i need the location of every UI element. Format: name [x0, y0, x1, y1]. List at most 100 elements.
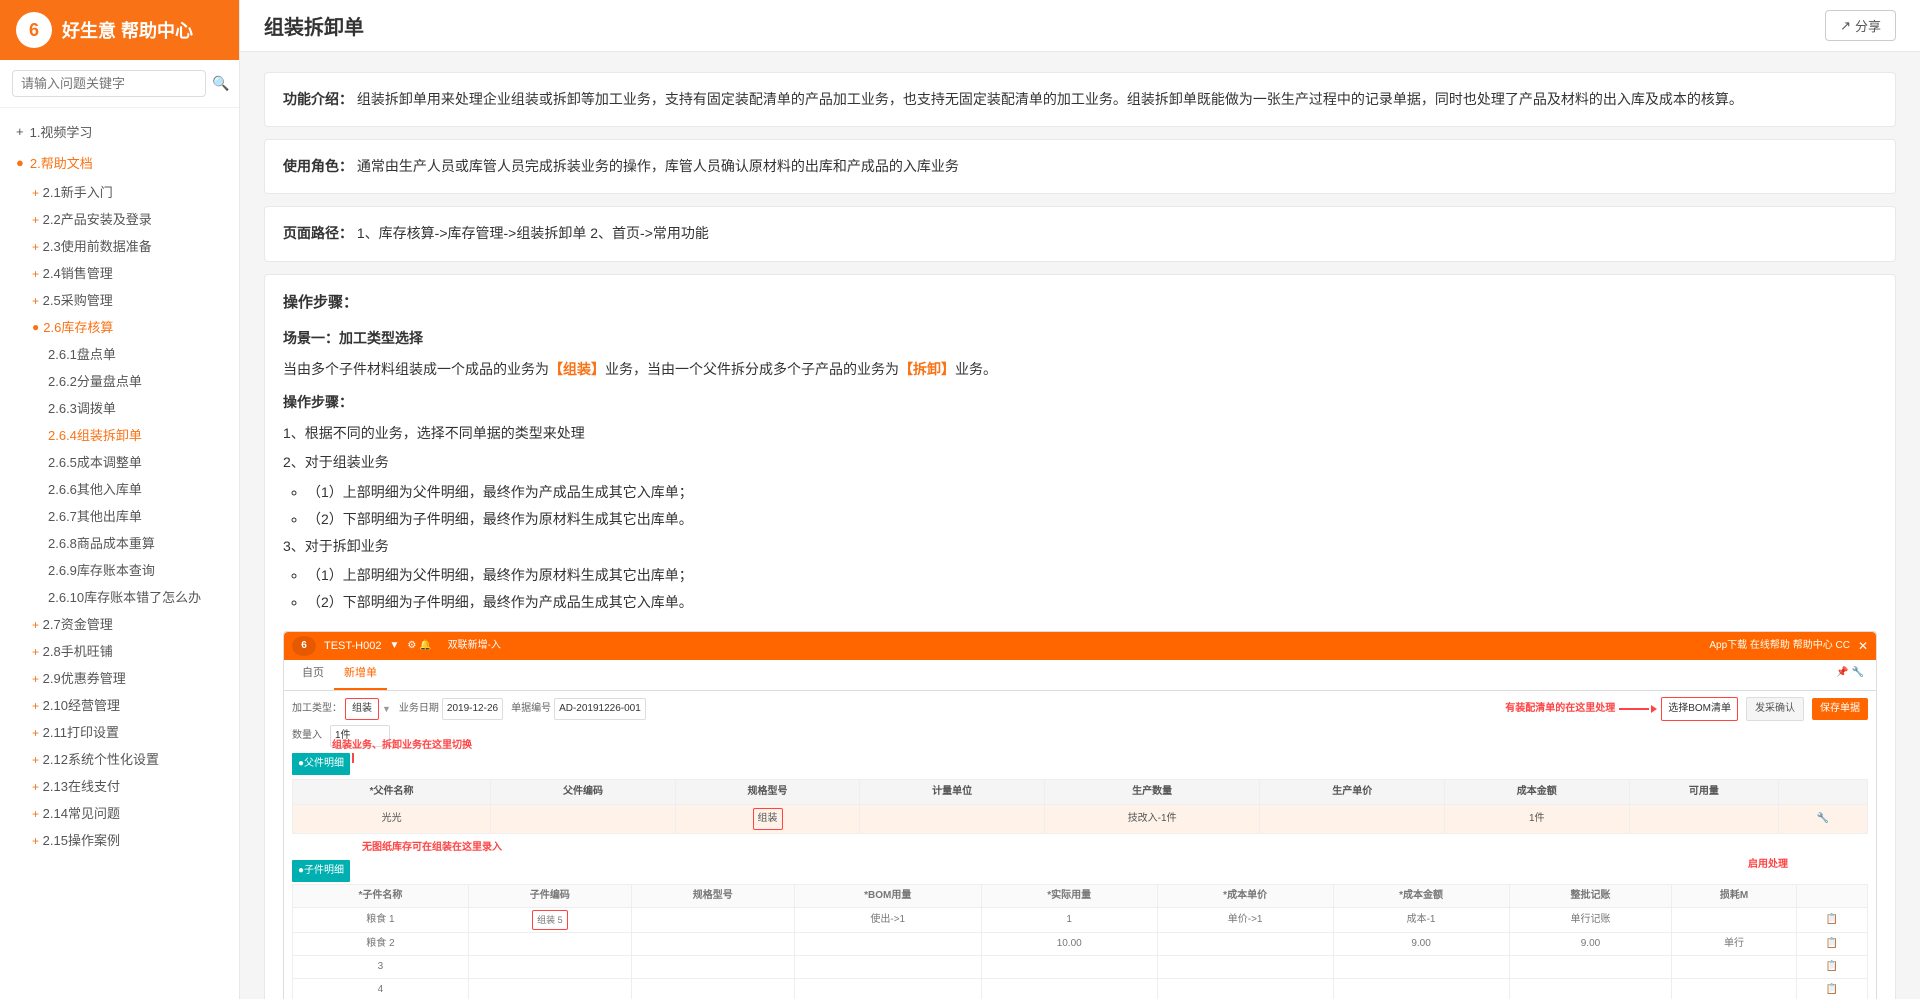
sidebar-item-transfer[interactable]: 2.6.3调拨单 [48, 394, 239, 421]
role-text: 通常由生产人员或库管人员完成拆装业务的操作，库管人员确认原材料的出库和产成品的入… [357, 158, 959, 174]
sidebar-item-label: 2.6.6其他入库单 [48, 482, 142, 497]
mock-nav-tabs: 自页 新增单 📌 🔧 [284, 660, 1876, 691]
sidebar-item-label: 2.9优惠券管理 [43, 671, 126, 686]
sidebar-item-label: 1.视频学习 [30, 122, 93, 141]
mock-topbar: 6 TEST-H002 ▼ ⚙ 🔔 双联新增-入 App下载 在线帮助 帮助中心… [284, 632, 1876, 660]
sidebar-item-cases[interactable]: + 2.15操作案例 [0, 826, 239, 853]
mock-topbar-icons: ⚙ 🔔 [407, 637, 431, 655]
sidebar-item-dataprep[interactable]: + 2.3使用前数据准备 [0, 232, 239, 259]
sidebar-item-inventory[interactable]: ● 2.6库存核算 [0, 313, 239, 340]
step3-sub: （1）上部明细为父件明细，最终作为原材料生成其它出库单； （2）下部明细为子件明… [283, 563, 1877, 615]
mock-tab-right: 📌 🔧 [1832, 660, 1868, 690]
logo-circle: 6 [16, 12, 52, 48]
search-input[interactable] [12, 70, 206, 97]
sidebar-item-mobile[interactable]: + 2.8手机旺铺 [0, 637, 239, 664]
sidebar-item-video[interactable]: + 1.视频学习 [0, 116, 239, 147]
sidebar-item-stocktake[interactable]: 2.6.1盘点单 [48, 340, 239, 367]
mock-col-unit: 计量单位 [860, 780, 1045, 805]
mock-cell-type: 组装 [753, 808, 783, 830]
mock-date-input: 2019-12-26 [442, 698, 503, 720]
sidebar-item-install[interactable]: + 2.2产品安装及登录 [0, 205, 239, 232]
mock-date-label: 业务日期 [399, 700, 439, 718]
plus-icon-sub: + [32, 834, 39, 848]
sidebar-item-label: 2.4销售管理 [43, 266, 113, 281]
table-row: 光光 组装 技改入-1件 1件 [293, 805, 1868, 834]
step3-1: （1）上部明细为父件明细，最终作为原材料生成其它出库单； [307, 563, 1877, 588]
role-label: 使用角色： [283, 158, 353, 174]
mock-section-lower: ●子件明细 [292, 860, 1868, 882]
sidebar-item-stockbook[interactable]: 2.6.9库存账本查询 [48, 556, 239, 583]
sidebar-item-label: 2.6.4组装拆卸单 [48, 428, 142, 443]
sidebar-item-label: 2.1新手入门 [43, 185, 113, 200]
mock-upper-bar: ●父件明细 [292, 753, 350, 775]
mock-code-field: 单据编号 AD-20191226-001 [511, 698, 646, 720]
share-button[interactable]: ↗ 分享 [1825, 10, 1896, 41]
app-title: 好生意 帮助中心 [62, 17, 193, 43]
sidebar-item-label: 2.3使用前数据准备 [43, 239, 152, 254]
table-row: 粮食 1 组装 5 使出->1 1 单价->1 成本-1 单行记账 📋 [293, 908, 1868, 933]
mock-lower-bar: ●子件明细 [292, 860, 350, 882]
sidebar-item-label: 2.10经营管理 [43, 698, 120, 713]
sidebar-item-operations[interactable]: + 2.10经营管理 [0, 691, 239, 718]
ops-card: 操作步骤： 场景一：加工类型选择 当由多个子件材料组装成一个成品的业务为【组装】… [264, 274, 1896, 999]
mock-qty-label: 数量入 [292, 727, 322, 745]
plus-icon-sub: + [32, 726, 39, 740]
path-label: 页面路径： [283, 225, 353, 241]
mock-topbar-id: TEST-H002 [324, 637, 381, 657]
sidebar-item-label: 2.8手机旺铺 [43, 644, 113, 659]
sidebar-item-docs[interactable]: ● 2.帮助文档 [0, 147, 239, 178]
sidebar-item-otherinbound[interactable]: 2.6.6其他入库单 [48, 475, 239, 502]
table-row: 4📋 [293, 979, 1868, 999]
sidebar-item-coupon[interactable]: + 2.9优惠券管理 [0, 664, 239, 691]
mock-type-label: 加工类型： [292, 700, 342, 718]
sidebar-item-partialstock[interactable]: 2.6.2分量盘点单 [48, 367, 239, 394]
mock-tab-new: 新增单 [334, 660, 387, 690]
sidebar-item-label: 2.6.8商品成本重算 [48, 536, 155, 551]
logo-char: 6 [29, 20, 39, 41]
mock-annotation2-area: 无图纸库存可在组装在这里录入 [292, 836, 1868, 856]
plus-icon-sub: + [32, 618, 39, 632]
sidebar-item-sales[interactable]: + 2.4销售管理 [0, 259, 239, 286]
mock-col-fathercode: 父件编码 [491, 780, 676, 805]
plus-icon-sub: + [32, 240, 39, 254]
sidebar-item-newcomer[interactable]: + 2.1新手入门 [0, 178, 239, 205]
sidebar-item-label: 2.6.9库存账本查询 [48, 563, 155, 578]
page-title: 组装拆卸单 [264, 11, 364, 40]
sidebar-item-stockfix[interactable]: 2.6.10库存账本错了怎么办 [48, 583, 239, 610]
sidebar-item-print[interactable]: + 2.11打印设置 [0, 718, 239, 745]
step2: 2、对于组装业务 [283, 450, 1877, 475]
sidebar-item-otheroutbound[interactable]: 2.6.7其他出库单 [48, 502, 239, 529]
plus-icon-sub: + [32, 186, 39, 200]
sidebar-item-label: 2.6.3调拨单 [48, 401, 116, 416]
mock-right-icons: App下载 在线帮助 帮助中心 CC [1709, 637, 1850, 655]
mock-close-icon: ✕ [1858, 636, 1868, 658]
sidebar-item-finance[interactable]: + 2.7资金管理 [0, 610, 239, 637]
mock-upper-table: *父件名称 父件编码 规格型号 计量单位 生产数量 生产单价 成本金额 可用量 [292, 779, 1868, 834]
sidebar-item-label: 2.6.1盘点单 [48, 347, 116, 362]
mock-bom-btn: 选择BOM清单 [1661, 697, 1738, 721]
sidebar-item-customization[interactable]: + 2.12系统个性化设置 [0, 745, 239, 772]
sidebar-item-label: 2.15操作案例 [43, 833, 120, 848]
sidebar-item-costadjust[interactable]: 2.6.5成本调整单 [48, 448, 239, 475]
sidebar-item-faq[interactable]: + 2.14常见问题 [0, 799, 239, 826]
sidebar-item-purchase[interactable]: + 2.5采购管理 [0, 286, 239, 313]
minus-icon: ● [16, 155, 24, 170]
step2-2: （2）下部明细为子件明细，最终作为原材料生成其它出库单。 [307, 507, 1877, 532]
mock-col-costamt: 成本金额 [1445, 780, 1630, 805]
search-icon[interactable]: 🔍 [212, 75, 229, 92]
sidebar-item-assembly[interactable]: 2.6.4组装拆卸单 [48, 421, 239, 448]
screenshot-container: 6 TEST-H002 ▼ ⚙ 🔔 双联新增-入 App下载 在线帮助 帮助中心… [283, 631, 1877, 999]
sidebar-item-costrecalc[interactable]: 2.6.8商品成本重算 [48, 529, 239, 556]
sidebar-item-label: 2.11打印设置 [43, 725, 119, 740]
mock-logo: 6 [292, 636, 316, 656]
sidebar-item-label: 2.6.10库存账本错了怎么办 [48, 590, 201, 605]
ops-title: 操作步骤： [283, 289, 1877, 316]
mock-cell-code [491, 805, 676, 834]
plus-icon-sub: + [32, 780, 39, 794]
mock-cell-unit [860, 805, 1045, 834]
sidebar-item-label: 2.6.5成本调整单 [48, 455, 142, 470]
sidebar-item-label: 2.13在线支付 [43, 779, 120, 794]
main-content: 组装拆卸单 ↗ 分享 功能介绍： 组装拆卸单用来处理企业组装或拆卸等加工业务，支… [240, 0, 1920, 999]
sidebar: 6 好生意 帮助中心 🔍 + 1.视频学习 ● 2.帮助文档 + 2.1新手入门… [0, 0, 240, 999]
sidebar-item-payment[interactable]: + 2.13在线支付 [0, 772, 239, 799]
